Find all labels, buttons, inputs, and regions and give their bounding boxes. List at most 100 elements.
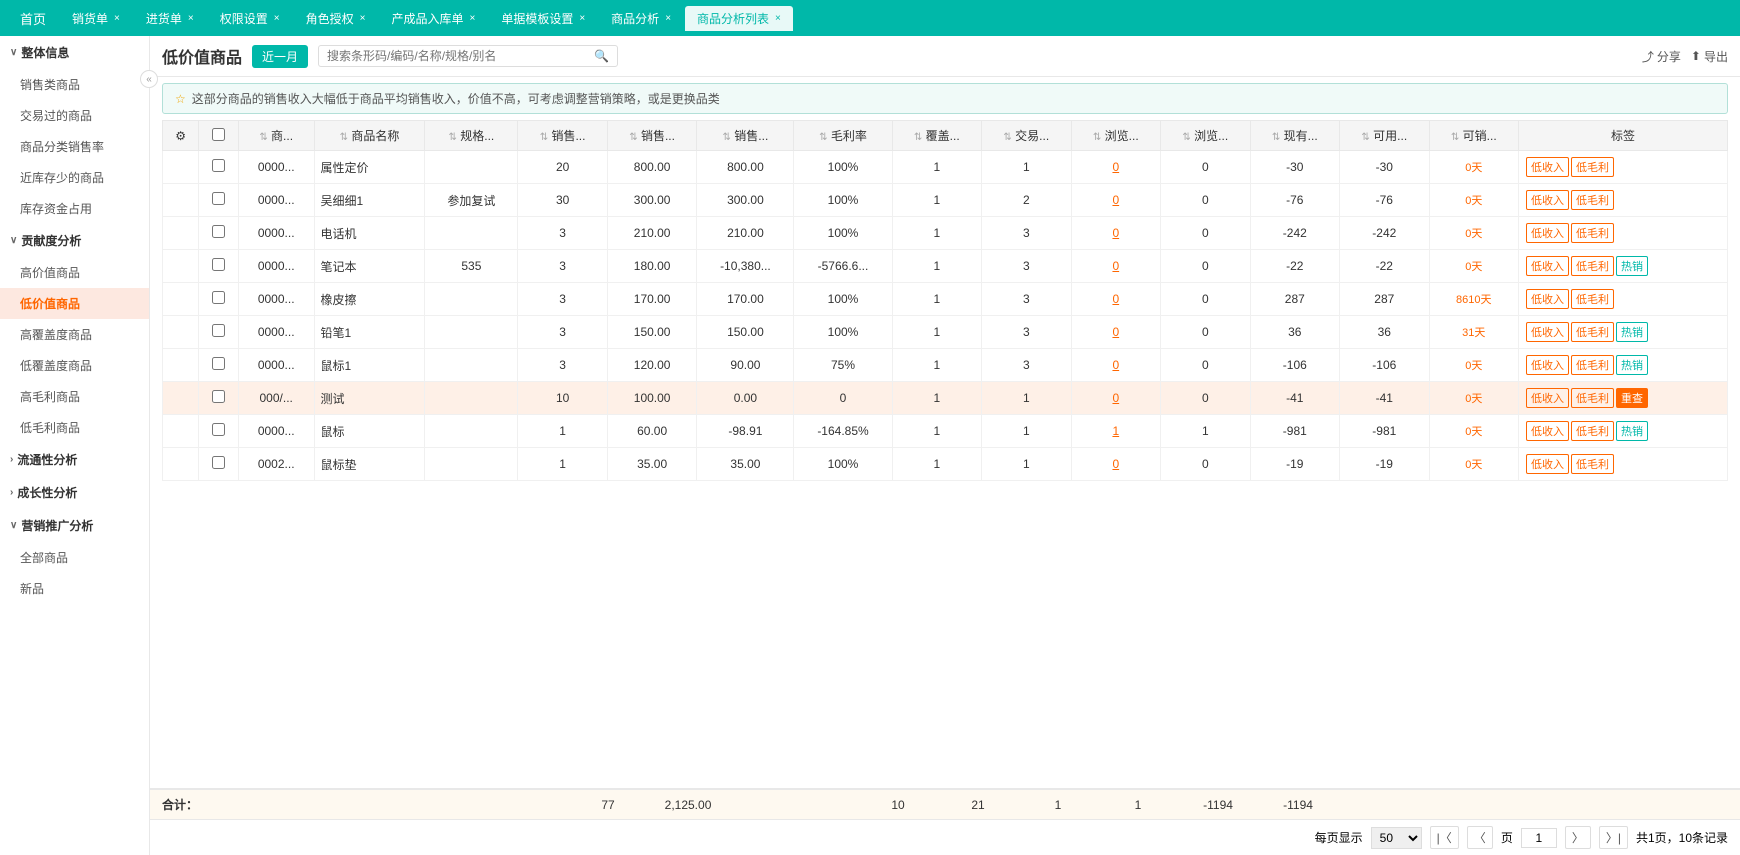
collapse-sidebar-button[interactable]: « [150, 70, 158, 88]
sidebar-item-high-value[interactable]: 高价值商品 [0, 257, 149, 288]
cell-checkbox[interactable] [199, 151, 239, 184]
sidebar-item-low-margin[interactable]: 低毛利商品 [0, 412, 149, 443]
cell-browse1[interactable]: 0 [1071, 349, 1161, 382]
nav-sales-order[interactable]: 销货单 × [60, 6, 132, 31]
export-button[interactable]: ⬆ 导出 [1691, 48, 1728, 65]
sidebar-item-traded-products[interactable]: 交易过的商品 [0, 100, 149, 131]
cell-checkbox[interactable] [199, 382, 239, 415]
sidebar-group-overall[interactable]: ∨整体信息 [0, 36, 149, 69]
col-code[interactable]: ⇅ 商... [238, 121, 314, 151]
cell-browse1[interactable]: 0 [1071, 382, 1161, 415]
row-checkbox[interactable] [212, 192, 225, 205]
browse1-value[interactable]: 1 [1112, 424, 1119, 438]
col-saleable[interactable]: ⇅ 可销... [1429, 121, 1519, 151]
nav-close-icon[interactable]: × [775, 13, 781, 24]
per-page-select[interactable]: 50 100 [1371, 827, 1422, 849]
nav-finished-goods[interactable]: 产成品入库单 × [379, 6, 487, 31]
col-sale-qty[interactable]: ⇅ 销售... [518, 121, 608, 151]
pagination-last[interactable]: 〉| [1599, 826, 1628, 849]
cell-checkbox[interactable] [199, 349, 239, 382]
col-gross-rate[interactable]: ⇅ 毛利率 [794, 121, 892, 151]
col-cover[interactable]: ⇅ 覆盖... [892, 121, 982, 151]
col-sale-income[interactable]: ⇅ 销售... [697, 121, 794, 151]
cell-browse1[interactable]: 0 [1071, 283, 1161, 316]
time-filter-button[interactable]: 近一月 [252, 45, 308, 68]
nav-close-icon[interactable]: × [274, 13, 280, 24]
row-checkbox[interactable] [212, 258, 225, 271]
nav-role-auth[interactable]: 角色授权 × [294, 6, 378, 31]
browse1-value[interactable]: 0 [1112, 193, 1119, 207]
pagination-prev[interactable]: 〈 [1467, 826, 1493, 849]
cell-browse1[interactable]: 0 [1071, 250, 1161, 283]
row-checkbox[interactable] [212, 225, 225, 238]
browse1-value[interactable]: 0 [1112, 325, 1119, 339]
cell-browse1[interactable]: 0 [1071, 184, 1161, 217]
browse1-value[interactable]: 0 [1112, 391, 1119, 405]
col-trade[interactable]: ⇅ 交易... [982, 121, 1072, 151]
cell-browse1[interactable]: 0 [1071, 217, 1161, 250]
cell-checkbox[interactable] [199, 448, 239, 481]
pagination-next[interactable]: 〉 [1565, 826, 1591, 849]
sidebar-item-sales-products[interactable]: 销售类商品 [0, 69, 149, 100]
browse1-value[interactable]: 0 [1112, 259, 1119, 273]
cell-checkbox[interactable] [199, 184, 239, 217]
row-checkbox[interactable] [212, 390, 225, 403]
sidebar-group-contribution[interactable]: ∨贡献度分析 [0, 224, 149, 257]
share-button[interactable]: ⤴ 分享 [1642, 48, 1681, 65]
nav-product-analysis[interactable]: 商品分析 × [599, 6, 683, 31]
row-checkbox[interactable] [212, 423, 225, 436]
col-checkbox[interactable] [199, 121, 239, 151]
row-checkbox[interactable] [212, 324, 225, 337]
select-all-checkbox[interactable] [212, 128, 225, 141]
browse1-value[interactable]: 0 [1112, 292, 1119, 306]
row-checkbox[interactable] [212, 357, 225, 370]
nav-close-icon[interactable]: × [665, 13, 671, 24]
row-checkbox[interactable] [212, 456, 225, 469]
nav-purchase-order[interactable]: 进货单 × [134, 6, 206, 31]
nav-close-icon[interactable]: × [114, 13, 120, 24]
col-current[interactable]: ⇅ 现有... [1250, 121, 1340, 151]
sidebar-item-category-sales-rate[interactable]: 商品分类销售率 [0, 131, 149, 162]
pagination-page-input[interactable] [1521, 828, 1557, 848]
nav-permission-settings[interactable]: 权限设置 × [208, 6, 292, 31]
row-checkbox[interactable] [212, 159, 225, 172]
browse1-value[interactable]: 0 [1112, 457, 1119, 471]
sidebar-group-marketing[interactable]: ∨营销推广分析 [0, 509, 149, 542]
cell-checkbox[interactable] [199, 250, 239, 283]
cell-browse1[interactable]: 0 [1071, 448, 1161, 481]
sidebar-item-high-coverage[interactable]: 高覆盖度商品 [0, 319, 149, 350]
sidebar-item-all-products[interactable]: 全部商品 [0, 542, 149, 573]
sidebar-item-low-coverage[interactable]: 低覆盖度商品 [0, 350, 149, 381]
sidebar-group-growth[interactable]: ›成长性分析 [0, 476, 149, 509]
cell-browse1[interactable]: 0 [1071, 316, 1161, 349]
sidebar-item-high-margin[interactable]: 高毛利商品 [0, 381, 149, 412]
sidebar-item-stock-capital[interactable]: 库存资金占用 [0, 193, 149, 224]
col-name[interactable]: ⇅ 商品名称 [314, 121, 425, 151]
sidebar-group-circulation[interactable]: ›流通性分析 [0, 443, 149, 476]
col-tags[interactable]: 标签 [1519, 121, 1728, 151]
pagination-first[interactable]: |〈 [1430, 826, 1459, 849]
cell-checkbox[interactable] [199, 283, 239, 316]
cell-browse1[interactable]: 0 [1071, 151, 1161, 184]
nav-close-icon[interactable]: × [188, 13, 194, 24]
search-icon[interactable]: 🔍 [594, 49, 609, 63]
nav-product-analysis-list[interactable]: 商品分析列表 × [685, 6, 793, 31]
col-browse1[interactable]: ⇅ 浏览... [1071, 121, 1161, 151]
nav-template-settings[interactable]: 单据模板设置 × [489, 6, 597, 31]
browse1-value[interactable]: 0 [1112, 226, 1119, 240]
col-available[interactable]: ⇅ 可用... [1340, 121, 1430, 151]
cell-browse1[interactable]: 1 [1071, 415, 1161, 448]
row-checkbox[interactable] [212, 291, 225, 304]
nav-close-icon[interactable]: × [469, 13, 475, 24]
sidebar-item-low-value[interactable]: 低价值商品 [0, 288, 149, 319]
col-gear[interactable]: ⚙ [163, 121, 199, 151]
sidebar-item-low-stock[interactable]: 近库存少的商品 [0, 162, 149, 193]
cell-checkbox[interactable] [199, 415, 239, 448]
col-spec[interactable]: ⇅ 规格... [425, 121, 518, 151]
nav-close-icon[interactable]: × [579, 13, 585, 24]
nav-home[interactable]: 首页 [8, 5, 58, 32]
cell-checkbox[interactable] [199, 217, 239, 250]
sidebar-item-new-products[interactable]: 新品 [0, 573, 149, 604]
nav-close-icon[interactable]: × [360, 13, 366, 24]
cell-checkbox[interactable] [199, 316, 239, 349]
